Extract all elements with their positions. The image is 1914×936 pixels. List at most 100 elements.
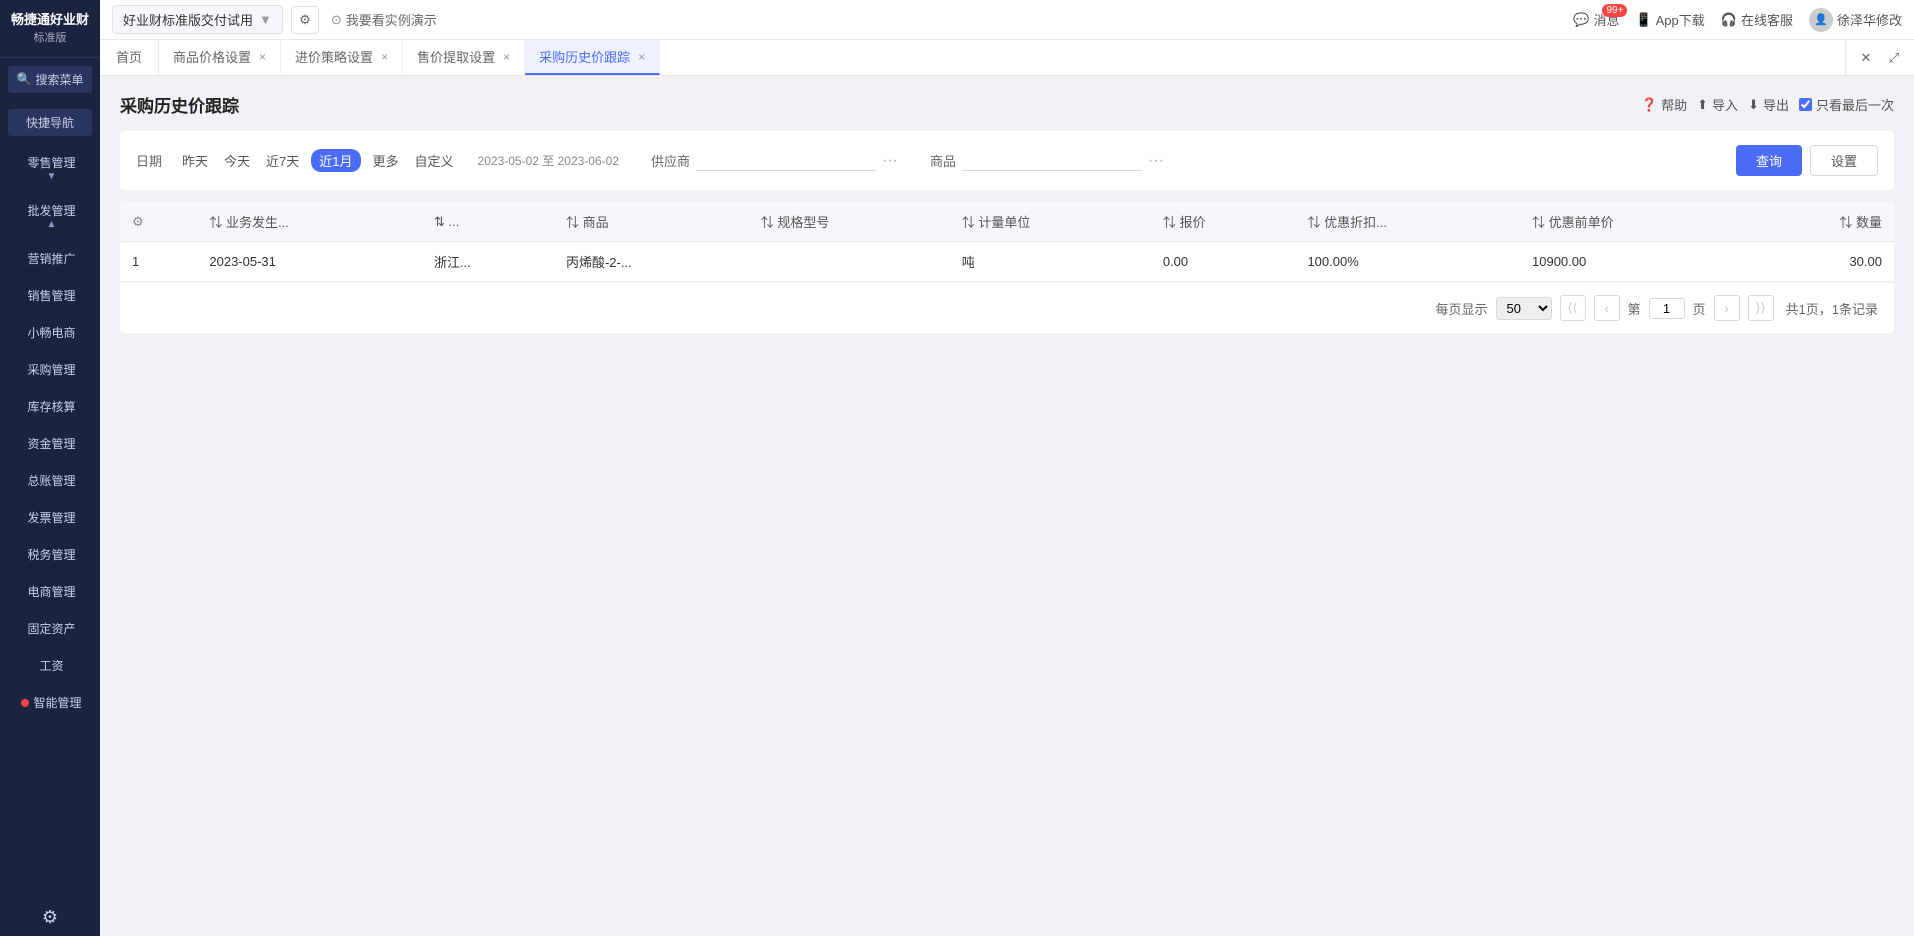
- sidebar-item-label: 工资: [39, 657, 63, 674]
- help-button[interactable]: ❓ 帮助: [1641, 95, 1687, 114]
- tab-close-purchase-strategy[interactable]: ×: [381, 50, 388, 64]
- demo-button[interactable]: ⊙ 我要看实例演示: [331, 10, 437, 29]
- headset-icon: 🎧: [1721, 12, 1737, 28]
- col-quantity[interactable]: ⇅ 数量: [1749, 202, 1894, 242]
- gear-icon: ⚙: [299, 12, 311, 28]
- cell-pre-discount-price: 10900.00: [1520, 242, 1749, 282]
- per-page-select[interactable]: 50 10 20 100: [1496, 297, 1552, 320]
- settings-footer-button[interactable]: ⚙: [42, 907, 58, 928]
- user-menu-button[interactable]: 👤 徐泽华修改: [1809, 8, 1902, 32]
- sidebar-item-label: 小畅电商: [27, 324, 75, 341]
- date-opt-yesterday[interactable]: 昨天: [178, 149, 212, 172]
- tab-close-sale-price[interactable]: ×: [503, 50, 510, 64]
- tab-close-price[interactable]: ×: [259, 50, 266, 64]
- col-biz-date[interactable]: ⇅ 业务发生...: [197, 202, 422, 242]
- sidebar-item-label: 采购管理: [27, 361, 75, 378]
- search-menu-button[interactable]: 🔍 搜索菜单: [8, 66, 92, 93]
- product-input[interactable]: [962, 151, 1142, 171]
- version-select[interactable]: 好业财标准版交付试用 ▼: [112, 5, 283, 34]
- sidebar-item-retail[interactable]: 零售管理 ▼: [0, 144, 100, 192]
- date-filter-label: 日期: [136, 151, 162, 170]
- sidebar-item-inventory[interactable]: 库存核算: [0, 388, 100, 425]
- cell-index: 1: [120, 242, 197, 282]
- sidebar-item-marketing[interactable]: 营销推广: [0, 240, 100, 277]
- export-button[interactable]: ⬇ 导出: [1748, 95, 1789, 114]
- tab-purchase-strategy[interactable]: 进价策略设置 ×: [281, 40, 403, 75]
- sidebar-item-invoice[interactable]: 发票管理: [0, 499, 100, 536]
- first-page-button[interactable]: ⟨⟨: [1560, 295, 1586, 321]
- supplier-filter: 供应商 ···: [651, 151, 898, 171]
- col-spec[interactable]: ⇅ 规格型号: [749, 202, 950, 242]
- topbar-right: 💬 消息 99+ 📱 App下载 🎧 在线客服 👤 徐泽华修改: [1573, 8, 1902, 32]
- sidebar-search-area[interactable]: 🔍 搜索菜单: [0, 58, 100, 101]
- page-actions: ❓ 帮助 ⬆ 导入 ⬇ 导出 只看最后一次: [1641, 95, 1894, 114]
- notification-dot: [21, 699, 29, 707]
- cell-quantity: 30.00: [1749, 242, 1894, 282]
- avatar: 👤: [1809, 8, 1833, 32]
- settings-button[interactable]: 设置: [1810, 145, 1878, 176]
- tab-maximize-button[interactable]: ⤢: [1882, 46, 1906, 70]
- col-unit[interactable]: ⇅ 计量单位: [950, 202, 1151, 242]
- cell-supplier: 浙江...: [422, 242, 554, 282]
- prev-page-button[interactable]: ‹: [1594, 295, 1620, 321]
- sidebar-item-label: 发票管理: [27, 509, 75, 526]
- phone-icon: 📱: [1635, 12, 1651, 28]
- tab-price[interactable]: 商品价格设置 ×: [159, 40, 281, 75]
- date-opt-1month[interactable]: 近1月: [311, 149, 360, 172]
- col-discount[interactable]: ⇅ 优惠折扣...: [1295, 202, 1520, 242]
- filter-bar: 日期 昨天 今天 近7天 近1月 更多 自定义 2023-05-02 至 202…: [120, 131, 1894, 190]
- play-icon: ⊙: [331, 12, 342, 28]
- col-more[interactable]: ⇅ ...: [422, 202, 554, 242]
- tabbar: 首页 商品价格设置 × 进价策略设置 × 售价提取设置 × 采购历史价跟踪 × …: [100, 40, 1914, 76]
- topbar-settings-button[interactable]: ⚙: [291, 6, 319, 34]
- online-service-button[interactable]: 🎧 在线客服: [1721, 10, 1793, 29]
- date-opt-more[interactable]: 更多: [369, 149, 403, 172]
- messages-button[interactable]: 💬 消息 99+: [1573, 10, 1619, 29]
- date-opt-7days[interactable]: 近7天: [262, 149, 303, 172]
- sidebar-item-general-ledger[interactable]: 总账管理: [0, 462, 100, 499]
- sidebar-item-finance[interactable]: 资金管理: [0, 425, 100, 462]
- import-button[interactable]: ⬆ 导入: [1697, 95, 1738, 114]
- filter-actions: 查询 设置: [1736, 145, 1878, 176]
- sidebar: 畅捷通好业财 标准版 🔍 搜索菜单 快捷导航 零售管理 ▼ 批发管理 ▲ 营销推…: [0, 0, 100, 936]
- app-download-button[interactable]: 📱 App下载: [1635, 10, 1704, 29]
- sidebar-item-ecommerce[interactable]: 电商管理: [0, 573, 100, 610]
- tab-history-price[interactable]: 采购历史价跟踪 ×: [525, 40, 660, 75]
- total-info: 共1页，1条记录: [1786, 299, 1878, 318]
- supplier-input[interactable]: [696, 151, 876, 171]
- sidebar-item-smart[interactable]: 智能管理: [0, 684, 100, 721]
- col-product[interactable]: ⇅ 商品: [554, 202, 749, 242]
- sidebar-item-ecommerce-small[interactable]: 小畅电商: [0, 314, 100, 351]
- sidebar-item-label: 电商管理: [27, 583, 75, 600]
- sidebar-item-wholesale[interactable]: 批发管理 ▲: [0, 192, 100, 240]
- col-quote[interactable]: ⇅ 报价: [1151, 202, 1296, 242]
- last-page-button[interactable]: ⟩⟩: [1748, 295, 1774, 321]
- page-label: 第: [1628, 299, 1641, 318]
- date-opt-custom[interactable]: 自定义: [411, 149, 458, 172]
- only-last-checkbox[interactable]: 只看最后一次: [1799, 95, 1894, 114]
- page-input[interactable]: [1649, 298, 1685, 319]
- sidebar-item-purchase[interactable]: 采购管理: [0, 351, 100, 388]
- tab-home[interactable]: 首页: [100, 40, 159, 75]
- sort-icon: ⇅: [566, 215, 579, 230]
- col-gear[interactable]: ⚙: [120, 202, 197, 242]
- sidebar-item-tax[interactable]: 税务管理: [0, 536, 100, 573]
- next-page-button[interactable]: ›: [1714, 295, 1740, 321]
- sidebar-item-fixed-assets[interactable]: 固定资产: [0, 610, 100, 647]
- tab-close-all-button[interactable]: ✕: [1854, 46, 1878, 70]
- tab-close-history-price[interactable]: ×: [638, 50, 645, 64]
- quick-nav-area[interactable]: 快捷导航: [0, 101, 100, 144]
- sidebar-item-sales[interactable]: 销售管理: [0, 277, 100, 314]
- sidebar-item-payroll[interactable]: 工资: [0, 647, 100, 684]
- query-button[interactable]: 查询: [1736, 145, 1802, 176]
- product-more-icon[interactable]: ···: [1148, 152, 1164, 170]
- sidebar-footer[interactable]: ⚙: [0, 899, 100, 936]
- date-opt-today[interactable]: 今天: [220, 149, 254, 172]
- only-last-input[interactable]: [1799, 98, 1812, 111]
- date-range-display: 2023-05-02 至 2023-06-02: [478, 152, 619, 169]
- main-area: 好业财标准版交付试用 ▼ ⚙ ⊙ 我要看实例演示 💬 消息 99+ 📱 App下…: [100, 0, 1914, 936]
- tab-sale-price[interactable]: 售价提取设置 ×: [403, 40, 525, 75]
- col-pre-discount-price[interactable]: ⇅ 优惠前单价: [1520, 202, 1749, 242]
- supplier-more-icon[interactable]: ···: [882, 152, 898, 170]
- quick-nav-button[interactable]: 快捷导航: [8, 109, 92, 136]
